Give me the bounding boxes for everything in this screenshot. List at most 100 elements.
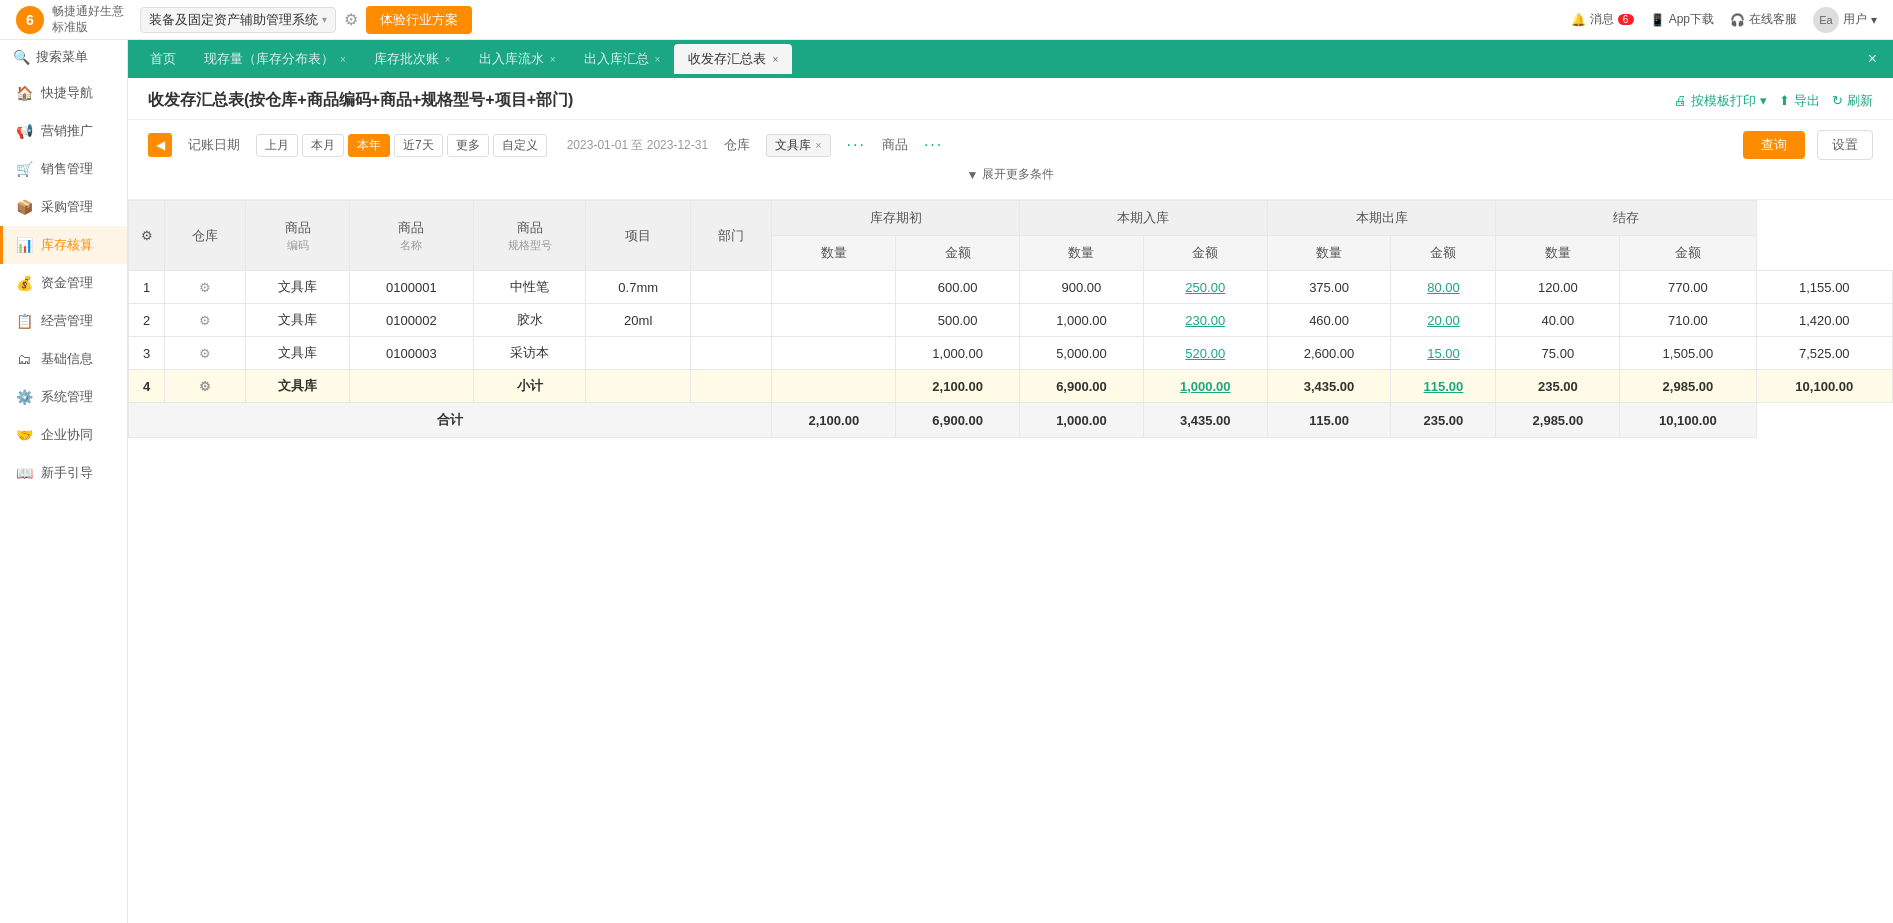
row-in-qty[interactable]: 250.00	[1143, 271, 1267, 304]
tab-bar: 首页 现存量（库存分布表） × 库存批次账 × 出入库流水 × 出入库汇总 ×	[128, 40, 1893, 78]
table-footer-row: 合计 2,100.00 6,900.00 1,000.00 3,435.00 1…	[129, 403, 1893, 438]
row-open-qty: 1,000.00	[896, 337, 1020, 370]
bell-icon: 🔔	[1571, 13, 1586, 27]
goods-more-btn[interactable]: ···	[924, 136, 943, 154]
row-open-amt: 5,000.00	[1020, 337, 1144, 370]
system-selector[interactable]: 装备及固定资产辅助管理系统 ▾	[140, 7, 336, 33]
tab-close-batch[interactable]: ×	[445, 54, 451, 65]
sidebar-item-purchase[interactable]: 📦 采购管理	[0, 188, 127, 226]
sidebar-item-basic-info[interactable]: 🗂 基础信息	[0, 340, 127, 378]
row-code: 0100001	[349, 271, 473, 304]
col-project-header: 项目	[586, 201, 691, 271]
settings-icon[interactable]: ⚙	[344, 10, 358, 29]
refresh-icon: ↻	[1832, 93, 1843, 108]
sidebar-item-finance[interactable]: 💰 资金管理	[0, 264, 127, 302]
row-out-qty[interactable]: 80.00	[1391, 271, 1496, 304]
app-download-btn[interactable]: 📱 App下载	[1650, 11, 1714, 28]
sidebar-item-system[interactable]: ⚙️ 系统管理	[0, 378, 127, 416]
row-bal-qty: 770.00	[1620, 271, 1756, 304]
row-out-qty[interactable]: 15.00	[1391, 337, 1496, 370]
row-settings-cell: ⚙	[165, 370, 246, 403]
row-out-qty[interactable]: 20.00	[1391, 304, 1496, 337]
page-title: 收发存汇总表(按仓库+商品编码+商品+规格型号+项目+部门)	[148, 90, 573, 111]
col-name-header: 商品名称	[349, 201, 473, 271]
date-btn-last-month[interactable]: 上月	[256, 134, 298, 157]
col-settings-header[interactable]: ⚙	[129, 201, 165, 271]
row-in-amt: 375.00	[1267, 271, 1391, 304]
table-row: 3⚙文具库0100003采访本1,000.005,000.00520.002,6…	[129, 337, 1893, 370]
col-out-amt-header: 金额	[1391, 236, 1496, 271]
tab-inout-flow[interactable]: 出入库流水 ×	[465, 44, 570, 74]
tab-close-inout-flow[interactable]: ×	[550, 54, 556, 65]
trial-button[interactable]: 体验行业方案	[366, 6, 472, 34]
gear-icon: ⚙️	[15, 389, 33, 405]
warehouse-tag-close[interactable]: ×	[815, 139, 821, 151]
expand-row: ▼ 展开更多条件	[148, 160, 1873, 189]
tab-receive-summary[interactable]: 收发存汇总表 ×	[674, 44, 792, 74]
row-in-qty[interactable]: 520.00	[1143, 337, 1267, 370]
template-print-btn[interactable]: 🖨 按模板打印 ▾	[1674, 92, 1767, 110]
row-bal-amt: 7,525.00	[1756, 337, 1892, 370]
refresh-btn[interactable]: ↻ 刷新	[1832, 92, 1873, 110]
date-btn-this-month[interactable]: 本月	[302, 134, 344, 157]
tab-close-inout-summary[interactable]: ×	[655, 54, 661, 65]
table-row: 2⚙文具库0100002胶水20ml500.001,000.00230.0046…	[129, 304, 1893, 337]
sidebar-item-newbie[interactable]: 📖 新手引导	[0, 454, 127, 492]
sidebar-item-sales[interactable]: 🛒 销售管理	[0, 150, 127, 188]
row-bal-amt: 10,100.00	[1756, 370, 1892, 403]
sidebar-item-inventory[interactable]: 📊 库存核算	[0, 226, 127, 264]
col-open-qty-header: 数量	[772, 236, 896, 271]
caret-down-icon: ▾	[1760, 93, 1767, 108]
date-btn-more[interactable]: 更多	[447, 134, 489, 157]
col-out-qty-header: 数量	[1267, 236, 1391, 271]
row-code: 0100003	[349, 337, 473, 370]
sidebar-item-marketing[interactable]: 📢 营销推广	[0, 112, 127, 150]
row-dept	[772, 271, 896, 304]
export-btn[interactable]: ⬆ 导出	[1779, 92, 1820, 110]
tab-bar-close-btn[interactable]: ×	[1860, 50, 1885, 68]
row-code	[349, 370, 473, 403]
sidebar-item-enterprise[interactable]: 🤝 企业协同	[0, 416, 127, 454]
date-btn-7days[interactable]: 近7天	[394, 134, 443, 157]
row-open-amt: 6,900.00	[1020, 370, 1144, 403]
user-btn[interactable]: Ea 用户 ▾	[1813, 7, 1877, 33]
date-btn-custom[interactable]: 自定义	[493, 134, 547, 157]
settings-button[interactable]: 设置	[1817, 130, 1873, 160]
footer-in-amt: 3,435.00	[1143, 403, 1267, 438]
date-btn-this-year[interactable]: 本年	[348, 134, 390, 157]
date-range: 2023-01-01 至 2023-12-31	[567, 137, 708, 154]
tab-close-receive-summary[interactable]: ×	[772, 54, 778, 65]
row-name: 中性笔	[473, 271, 585, 304]
footer-in-qty: 1,000.00	[1020, 403, 1144, 438]
row-out-qty[interactable]: 115.00	[1391, 370, 1496, 403]
query-button[interactable]: 查询	[1743, 131, 1805, 159]
row-bal-qty: 710.00	[1620, 304, 1756, 337]
tab-inventory-dist[interactable]: 现存量（库存分布表） ×	[190, 44, 360, 74]
row-warehouse: 文具库	[246, 337, 350, 370]
warehouse-more-btn[interactable]: ···	[847, 136, 866, 154]
row-open-amt: 900.00	[1020, 271, 1144, 304]
tab-close-inventory-dist[interactable]: ×	[340, 54, 346, 65]
sidebar-item-operations[interactable]: 📋 经营管理	[0, 302, 127, 340]
clipboard-icon: 📋	[15, 313, 33, 329]
row-in-qty[interactable]: 1,000.00	[1143, 370, 1267, 403]
row-open-qty: 2,100.00	[896, 370, 1020, 403]
table-row: 1⚙文具库0100001中性笔0.7mm600.00900.00250.0037…	[129, 271, 1893, 304]
col-opening-header: 库存期初	[772, 201, 1020, 236]
sidebar-item-search[interactable]: 🔍 搜索菜单	[0, 40, 127, 74]
online-service-btn[interactable]: 🎧 在线客服	[1730, 11, 1797, 28]
notifications-btn[interactable]: 🔔 消息 6	[1571, 11, 1634, 28]
top-bar-center: 装备及固定资产辅助管理系统 ▾ ⚙ 体验行业方案	[140, 6, 1555, 34]
sidebar-item-quick-nav[interactable]: 🏠 快捷导航	[0, 74, 127, 112]
row-in-qty[interactable]: 230.00	[1143, 304, 1267, 337]
data-table: ⚙ 仓库 商品编码 商品名称 商品规格型号 项目 部门 库存期初 本期入库	[128, 200, 1893, 438]
tab-batch[interactable]: 库存批次账 ×	[360, 44, 465, 74]
row-out-amt: 40.00	[1496, 304, 1620, 337]
row-open-qty: 500.00	[896, 304, 1020, 337]
tab-inout-summary[interactable]: 出入库汇总 ×	[570, 44, 675, 74]
money-icon: 💰	[15, 275, 33, 291]
tab-home[interactable]: 首页	[136, 44, 190, 74]
table-wrapper: ⚙ 仓库 商品编码 商品名称 商品规格型号 项目 部门 库存期初 本期入库	[128, 200, 1893, 438]
expand-conditions-btn[interactable]: ▼ 展开更多条件	[967, 166, 1055, 183]
filter-collapse-btn[interactable]: ◀	[148, 133, 172, 157]
